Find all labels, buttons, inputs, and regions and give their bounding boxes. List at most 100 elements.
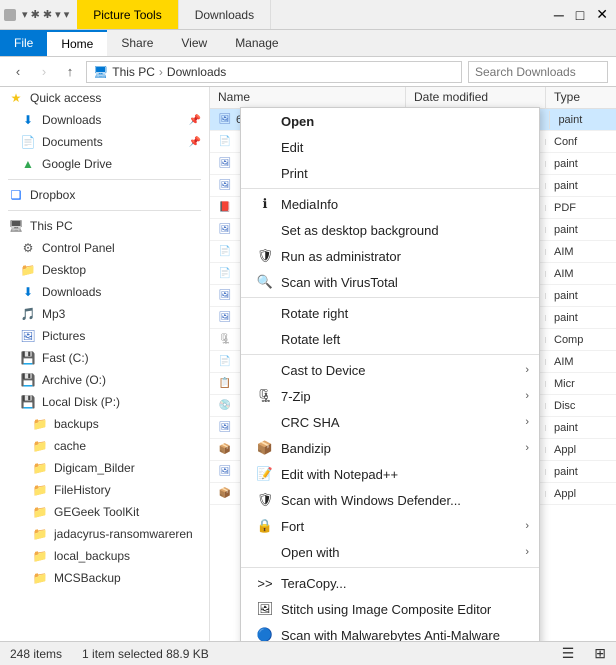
tab-share[interactable]: Share [107,30,167,56]
sidebar-item-controlpanel[interactable]: ⚙ Control Panel [0,237,209,259]
pin-icon-documents: 📌 [189,137,201,148]
sidebar-item-local-p[interactable]: 💾 Local Disk (P:) [0,391,209,413]
sidebar-item-digicam[interactable]: 📁 Digicam_Bilder [0,457,209,479]
archive-o-icon: 💾 [20,372,36,388]
mcsbackup-icon: 📁 [32,570,48,586]
sidebar: ★ Quick access ⬇ Downloads 📌 📄 Documents… [0,87,210,641]
file-icon-4: 📕 [218,201,232,215]
cm-item-7zip[interactable]: 🗜 7-Zip › [241,383,539,409]
cm-divider-2 [241,297,539,298]
cm-item-fort[interactable]: 🔒 Fort › [241,513,539,539]
sidebar-item-archive-o[interactable]: 💾 Archive (O:) [0,369,209,391]
sidebar-item-gegeek[interactable]: 📁 GEGeek ToolKit [0,501,209,523]
sidebar-item-fast-c[interactable]: 💾 Fast (C:) [0,347,209,369]
divider-2 [8,210,201,211]
up-button[interactable]: ↑ [60,62,80,82]
rotate-left-icon [257,331,273,347]
file-icon-15: 📦 [218,443,232,457]
cm-item-defender[interactable]: 🛡 Scan with Windows Defender... [241,487,539,513]
bandizip-arrow: › [525,442,529,454]
maximize-button[interactable]: □ [572,7,588,23]
sidebar-item-jadacyrus[interactable]: 📁 jadacyrus-ransomwareren [0,523,209,545]
cm-item-malware[interactable]: 🔵 Scan with Malwarebytes Anti-Malware [241,622,539,641]
sidebar-item-mcsbackup[interactable]: 📁 MCSBackup [0,567,209,589]
sidebar-item-dropbox[interactable]: ❑ Dropbox [0,184,209,206]
bandizip-icon: 📦 [257,440,273,456]
notepad-icon: 📝 [257,466,273,482]
malware-icon: 🔵 [257,627,273,641]
tab-downloads-title[interactable]: Downloads [179,0,271,29]
cm-item-rotate-right[interactable]: Rotate right [241,300,539,326]
file-icon-8: 🖼 [218,289,232,303]
sidebar-item-pictures[interactable]: 🖼 Pictures [0,325,209,347]
quick-access-toolbar: ▾ ✱ ✱ ▾ ▾ [18,8,73,21]
ribbon: File Home Share View Manage [0,30,616,57]
cm-item-run-admin[interactable]: 🛡 Run as administrator [241,243,539,269]
sidebar-item-filehistory[interactable]: 📁 FileHistory [0,479,209,501]
sidebar-item-thispc[interactable]: 🖥 This PC [0,215,209,237]
tab-home[interactable]: Home [47,30,107,56]
cm-item-cast[interactable]: Cast to Device › [241,357,539,383]
cm-item-edit[interactable]: Edit [241,134,539,160]
cm-item-bandizip[interactable]: 📦 Bandizip › [241,435,539,461]
cm-divider-1 [241,188,539,189]
print-icon [257,165,273,181]
cm-item-stitch[interactable]: 🖼 Stitch using Image Composite Editor [241,596,539,622]
desktop-icon: 📁 [20,262,36,278]
sidebar-item-local-backups[interactable]: 📁 local_backups [0,545,209,567]
tab-picture-tools[interactable]: Picture Tools [77,0,178,29]
desktop-bg-icon [257,222,273,238]
selected-info: 1 item selected 88.9 KB [82,647,209,661]
title-tabs: Picture Tools Downloads [77,0,271,29]
cm-item-teracopy[interactable]: >> TeraCopy... [241,570,539,596]
teracopy-icon: >> [257,575,273,591]
virustotal-icon: 🔍 [257,274,273,290]
digicam-icon: 📁 [32,460,48,476]
sidebar-item-quick-access[interactable]: ★ Quick access [0,87,209,109]
defender-icon: 🛡 [257,492,273,508]
minimize-button[interactable]: ─ [550,7,568,23]
cm-item-open[interactable]: Open [241,108,539,134]
cm-item-openwith[interactable]: Open with › [241,539,539,565]
item-count: 248 items [10,647,62,661]
sidebar-item-desktop[interactable]: 📁 Desktop [0,259,209,281]
view-small-icon[interactable]: ⊞ [594,645,606,662]
sidebar-item-documents[interactable]: 📄 Documents 📌 [0,131,209,153]
downloads-quick-icon: ⬇ [20,112,36,128]
tab-view[interactable]: View [167,30,221,56]
sidebar-item-mp3[interactable]: 🎵 Mp3 [0,303,209,325]
openwith-arrow: › [525,546,529,558]
close-button[interactable]: ✕ [592,6,612,23]
cm-item-mediainfo[interactable]: ℹ MediaInfo [241,191,539,217]
local-p-icon: 💾 [20,394,36,410]
tab-file[interactable]: File [0,30,47,56]
downloads-pc-icon: ⬇ [20,284,36,300]
cm-item-rotate-left[interactable]: Rotate left [241,326,539,352]
col-header-date[interactable]: Date modified [406,87,546,108]
tab-manage[interactable]: Manage [221,30,292,56]
view-large-icon[interactable]: ☰ [562,645,575,662]
search-input[interactable] [468,61,608,83]
sidebar-item-downloads-pc[interactable]: ⬇ Downloads [0,281,209,303]
sidebar-item-backups[interactable]: 📁 backups [0,413,209,435]
backups-icon: 📁 [32,416,48,432]
mp3-icon: 🎵 [20,306,36,322]
file-icon-16: 🖼 [218,465,232,479]
cm-item-desktop-bg[interactable]: Set as desktop background [241,217,539,243]
cm-item-notepad[interactable]: 📝 Edit with Notepad++ [241,461,539,487]
back-button[interactable]: ‹ [8,62,28,82]
controlpanel-icon: ⚙ [20,240,36,256]
cm-item-virustotal[interactable]: 🔍 Scan with VirusTotal [241,269,539,295]
col-header-name[interactable]: Name [210,87,406,108]
googledrive-icon: ▲ [20,156,36,172]
path-thispc: This PC [112,65,155,79]
col-header-type[interactable]: Type [546,87,616,108]
cm-item-crcsha[interactable]: CRC SHA › [241,409,539,435]
forward-button[interactable]: › [34,62,54,82]
window-icon [4,9,16,21]
address-path[interactable]: 🖥 This PC › Downloads [86,61,462,83]
cm-item-print[interactable]: Print [241,160,539,186]
sidebar-item-googledrive[interactable]: ▲ Google Drive [0,153,209,175]
sidebar-item-downloads-quick[interactable]: ⬇ Downloads 📌 [0,109,209,131]
sidebar-item-cache[interactable]: 📁 cache [0,435,209,457]
